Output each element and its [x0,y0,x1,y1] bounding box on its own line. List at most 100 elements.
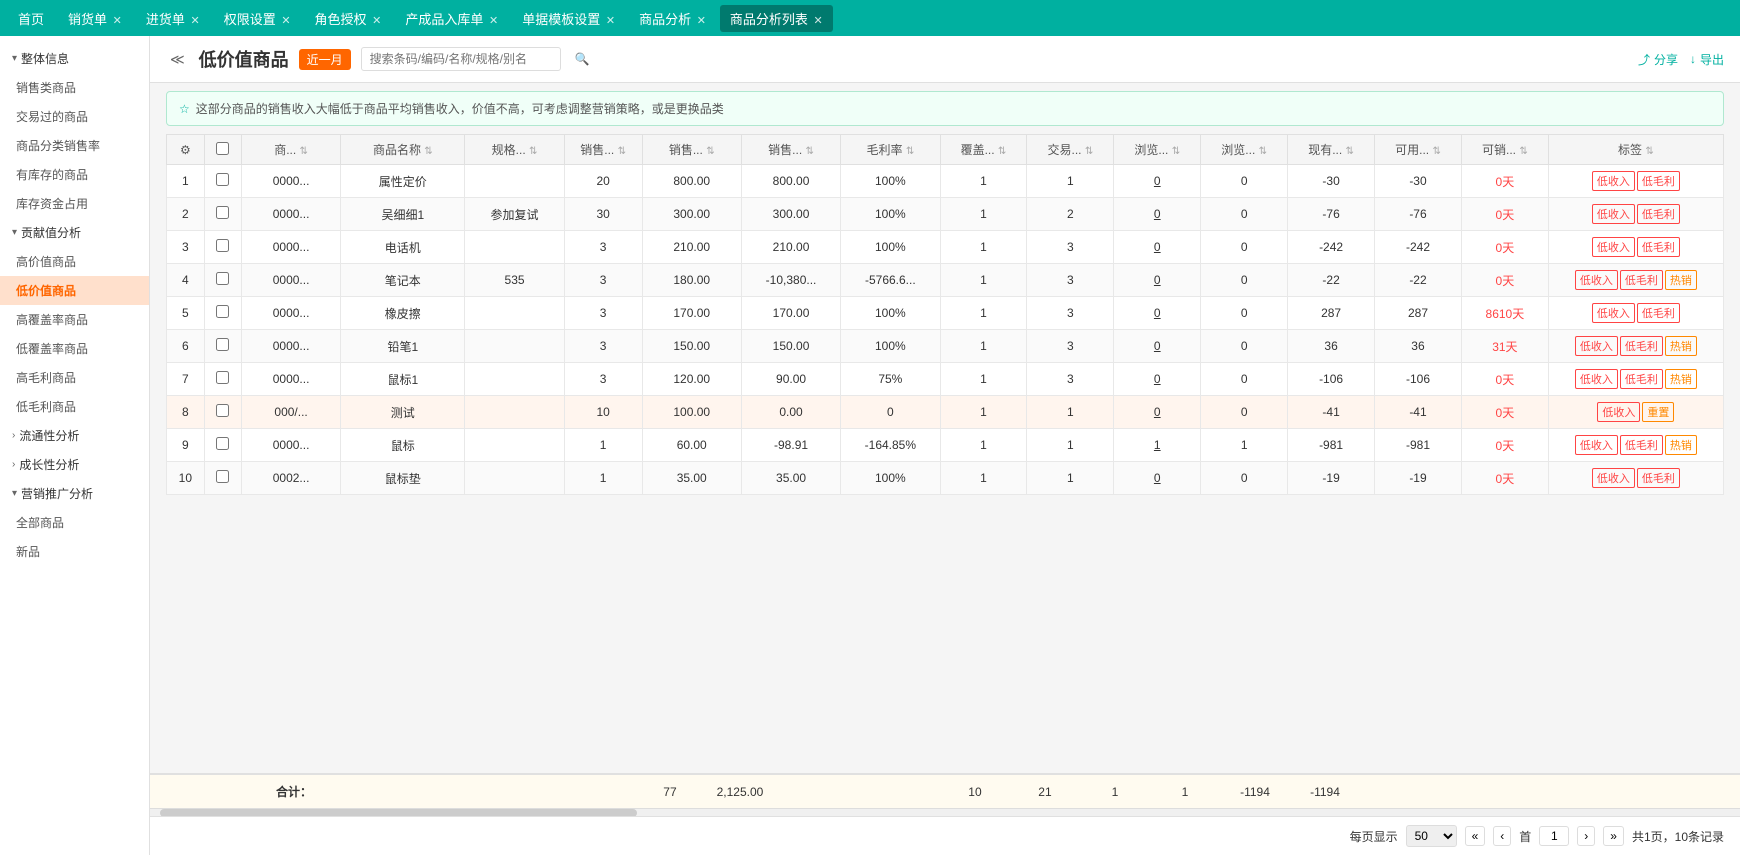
sidebar-item-low-value[interactable]: 低价值商品 [0,276,149,305]
views-link[interactable]: 0 [1154,273,1161,287]
sidebar-item-low-coverage[interactable]: 低覆盖率商品 [0,334,149,363]
row-checkbox-cell[interactable] [204,297,241,330]
th-views1[interactable]: 浏览... ⇅ [1114,135,1201,165]
sort-icon[interactable]: ⇅ [706,146,714,157]
sort-icon[interactable]: ⇅ [998,146,1006,157]
sort-icon[interactable]: ⇅ [1172,146,1180,157]
page-number-input[interactable] [1539,826,1569,846]
sidebar-item-stock-goods[interactable]: 有库存的商品 [0,160,149,189]
close-icon[interactable]: ✕ [814,15,823,27]
sidebar-item-category-rate[interactable]: 商品分类销售率 [0,131,149,160]
row-checkbox[interactable] [216,404,229,417]
close-icon[interactable]: ✕ [606,15,615,27]
views-link[interactable]: 0 [1154,174,1161,188]
views1[interactable]: 0 [1114,198,1201,231]
nav-item-home[interactable]: 首页 [8,5,54,32]
next-page-button[interactable]: › [1577,826,1595,846]
row-checkbox[interactable] [216,470,229,483]
nav-item-permission[interactable]: 权限设置 ✕ [214,5,301,32]
views-link[interactable]: 0 [1154,471,1161,485]
row-checkbox-cell[interactable] [204,198,241,231]
close-icon[interactable]: ✕ [489,15,498,27]
export-button[interactable]: ↓ 导出 [1690,51,1724,68]
close-icon[interactable]: ✕ [372,15,381,27]
row-checkbox-cell[interactable] [204,363,241,396]
th-views2[interactable]: 浏览... ⇅ [1201,135,1288,165]
views-link[interactable]: 0 [1154,339,1161,353]
row-checkbox[interactable] [216,173,229,186]
th-current-stock[interactable]: 现有... ⇅ [1288,135,1375,165]
views1[interactable]: 1 [1114,429,1201,462]
sort-icon[interactable]: ⇅ [424,146,432,157]
prev-page-button[interactable]: ‹ [1493,826,1511,846]
sidebar-group-marketing[interactable]: ▾ 营销推广分析 [0,479,149,508]
row-checkbox[interactable] [216,338,229,351]
sidebar-item-new-goods[interactable]: 新品 [0,537,149,566]
sidebar-item-sales-goods[interactable]: 销售类商品 [0,73,149,102]
nav-item-analysis-list[interactable]: 商品分析列表 ✕ [720,5,833,32]
th-available[interactable]: 可用... ⇅ [1375,135,1462,165]
sidebar-item-stock-fund[interactable]: 库存资金占用 [0,189,149,218]
sort-icon[interactable]: ⇅ [1259,146,1267,157]
close-icon[interactable]: ✕ [113,15,122,27]
sort-icon[interactable]: ⇅ [1645,146,1653,157]
views-link[interactable]: 0 [1154,207,1161,221]
sidebar-item-high-coverage[interactable]: 高覆盖率商品 [0,305,149,334]
sort-icon[interactable]: ⇅ [906,146,914,157]
sidebar-item-low-margin[interactable]: 低毛利商品 [0,392,149,421]
search-icon[interactable]: 🔍 [575,52,590,66]
row-checkbox-cell[interactable] [204,231,241,264]
nav-item-role[interactable]: 角色授权 ✕ [305,5,392,32]
row-checkbox[interactable] [216,239,229,252]
row-checkbox[interactable] [216,206,229,219]
close-icon[interactable]: ✕ [697,15,706,27]
th-sales-qty[interactable]: 销售... ⇅ [564,135,642,165]
th-sales-amt[interactable]: 销售... ⇅ [642,135,741,165]
table-wrapper[interactable]: ⚙ 商... ⇅ 商品名称 ⇅ 规格... ⇅ 销售... ⇅ 销售... ⇅ … [150,134,1740,773]
views1[interactable]: 0 [1114,297,1201,330]
row-checkbox[interactable] [216,272,229,285]
close-icon[interactable]: ✕ [281,15,290,27]
views1[interactable]: 0 [1114,231,1201,264]
nav-item-analysis[interactable]: 商品分析 ✕ [629,5,716,32]
nav-item-purchase[interactable]: 进货单 ✕ [136,5,210,32]
views-link[interactable]: 0 [1154,306,1161,320]
sidebar-item-all-goods[interactable]: 全部商品 [0,508,149,537]
collapse-sidebar-button[interactable]: ≪ [166,47,189,72]
sidebar-item-high-margin[interactable]: 高毛利商品 [0,363,149,392]
sidebar-group-overview[interactable]: ▾ 整体信息 [0,44,149,73]
views1[interactable]: 0 [1114,396,1201,429]
th-settings[interactable]: ⚙ [167,135,205,165]
row-checkbox-cell[interactable] [204,462,241,495]
row-checkbox-cell[interactable] [204,264,241,297]
th-name[interactable]: 商品名称 ⇅ [341,135,465,165]
views1[interactable]: 0 [1114,363,1201,396]
th-tags[interactable]: 标签 ⇅ [1548,135,1723,165]
th-check[interactable] [204,135,241,165]
row-checkbox-cell[interactable] [204,165,241,198]
nav-item-template[interactable]: 单据模板设置 ✕ [512,5,625,32]
row-checkbox[interactable] [216,371,229,384]
th-code[interactable]: 商... ⇅ [241,135,340,165]
views-link[interactable]: 0 [1154,405,1161,419]
row-checkbox-cell[interactable] [204,396,241,429]
sidebar-group-contribution[interactable]: ▾ 贡献值分析 [0,218,149,247]
close-icon[interactable]: ✕ [190,15,199,27]
th-sales-price[interactable]: 销售... ⇅ [741,135,840,165]
th-coverage[interactable]: 覆盖... ⇅ [940,135,1027,165]
sidebar-item-high-value[interactable]: 高价值商品 [0,247,149,276]
page-size-select[interactable]: 50 100 200 [1406,825,1457,847]
th-trade[interactable]: 交易... ⇅ [1027,135,1114,165]
views1[interactable]: 0 [1114,264,1201,297]
row-checkbox[interactable] [216,305,229,318]
row-checkbox[interactable] [216,437,229,450]
sidebar-group-flow[interactable]: › 流通性分析 [0,421,149,450]
sort-icon[interactable]: ⇅ [1519,146,1527,157]
search-input[interactable] [361,47,561,71]
views-link[interactable]: 0 [1154,240,1161,254]
sort-icon[interactable]: ⇅ [1432,146,1440,157]
sort-icon[interactable]: ⇅ [618,146,626,157]
row-checkbox-cell[interactable] [204,330,241,363]
sort-icon[interactable]: ⇅ [300,146,308,157]
views1[interactable]: 0 [1114,462,1201,495]
